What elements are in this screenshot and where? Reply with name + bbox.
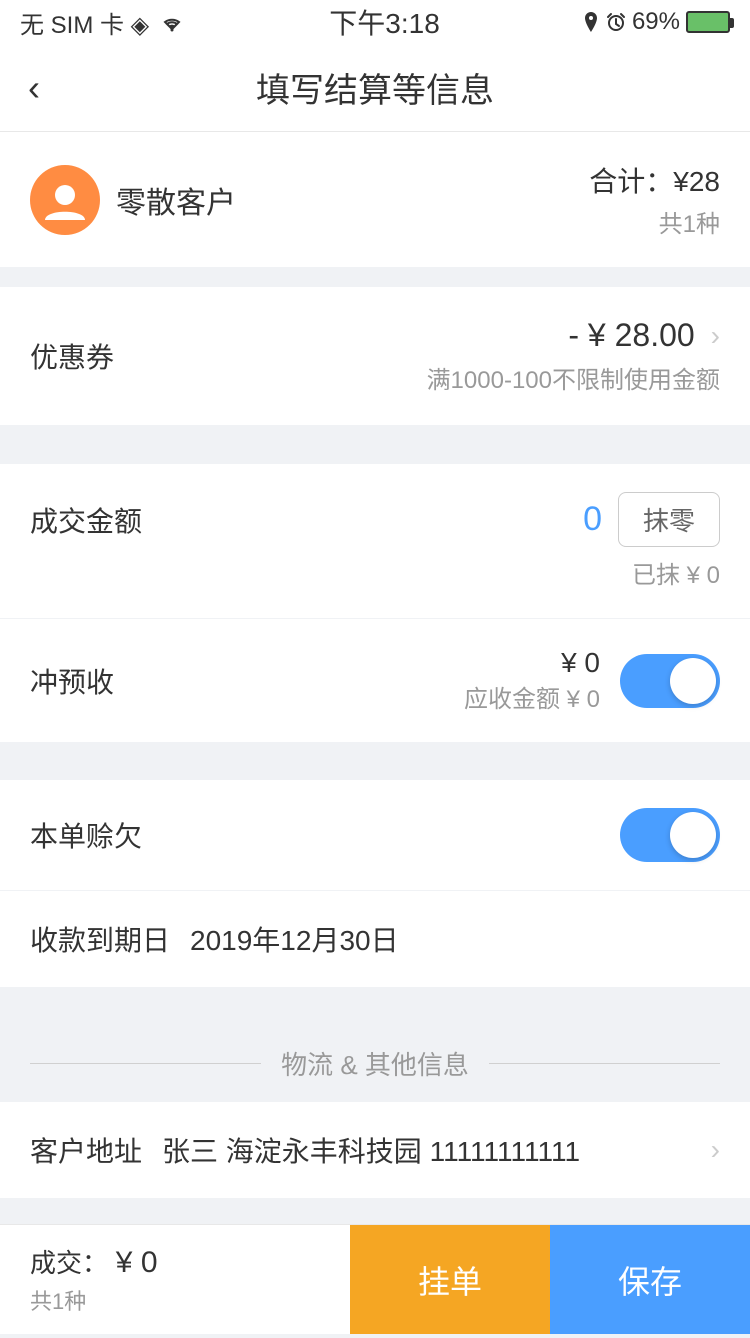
prepay-right: ¥ 0 应收金额 ¥ 0 [464, 647, 720, 714]
due-date-value: 2019年12月30日 [190, 919, 399, 959]
amount-top: 成交金额 0 抹零 [30, 492, 720, 547]
coupon-right: - ¥ 28.00 › 满1000-100不限制使用金额 [427, 317, 720, 395]
avatar-icon [40, 175, 90, 225]
customer-left: 零散客户 [30, 165, 236, 235]
prepay-sub: 应收金额 ¥ 0 [464, 679, 600, 714]
total-label: 合计：¥28 [589, 160, 720, 200]
transaction-value[interactable]: 0 [583, 500, 602, 539]
battery-percent: 69% [632, 8, 680, 36]
nav-title: 填写结算等信息 [256, 63, 494, 112]
transaction-section: 成交金额 0 抹零 已抹 ¥ 0 冲预收 ¥ 0 应收金额 ¥ 0 [0, 464, 750, 742]
round-button[interactable]: 抹零 [618, 492, 720, 547]
logistics-line-left [30, 1063, 261, 1064]
bottom-deal-label: 成交： [30, 1248, 108, 1278]
prepay-label: 冲预收 [30, 661, 114, 701]
save-button[interactable]: 保存 [550, 1225, 750, 1334]
divider-3 [0, 1007, 750, 1025]
bottom-deal-value: ¥ 0 [116, 1246, 158, 1279]
debt-label: 本单赊欠 [30, 815, 142, 855]
transaction-label: 成交金额 [30, 500, 142, 540]
debt-row: 本单赊欠 [0, 780, 750, 891]
status-time: 下午3:18 [329, 2, 440, 42]
coupon-value: - ¥ 28.00 [568, 317, 694, 354]
chevron-right-icon: › [711, 320, 720, 352]
address-chevron-icon: › [711, 1134, 720, 1166]
due-date-label: 收款到期日 [30, 919, 170, 959]
alarm-icon [606, 12, 626, 32]
prepay-top: 冲预收 ¥ 0 应收金额 ¥ 0 [30, 647, 720, 714]
prepay-toggle[interactable] [620, 654, 720, 708]
customer-right: 合计：¥28 共1种 [589, 160, 720, 239]
prepay-value-area: ¥ 0 应收金额 ¥ 0 [464, 647, 600, 714]
logistics-label: 物流 & 其他信息 [281, 1045, 469, 1082]
wifi-icon [157, 11, 187, 33]
debt-section: 本单赊欠 收款到期日 2019年12月30日 [0, 780, 750, 987]
prepay-row: 冲预收 ¥ 0 应收金额 ¥ 0 [0, 619, 750, 742]
divider-1 [0, 446, 750, 464]
status-right: 69% [582, 8, 730, 36]
amount-input-area: 0 抹零 [583, 492, 720, 547]
address-value: 张三 海淀永丰科技园 11111111111 [162, 1130, 711, 1170]
customer-name: 零散客户 [116, 178, 236, 222]
coupon-sub: 满1000-100不限制使用金额 [427, 360, 720, 395]
total-count: 共1种 [589, 204, 720, 239]
bottom-info: 成交： ¥ 0 共1种 [0, 1225, 350, 1334]
status-bar: 无 SIM 卡 ◈ 下午3:18 69% [0, 0, 750, 44]
address-row[interactable]: 客户地址 张三 海淀永丰科技园 11111111111 › [0, 1102, 750, 1198]
logistics-header: 物流 & 其他信息 [0, 1025, 750, 1102]
due-date-row: 收款到期日 2019年12月30日 [0, 891, 750, 987]
logistics-line-right [489, 1063, 720, 1064]
location-icon [582, 12, 600, 32]
bottom-deal-row: 成交： ¥ 0 [30, 1243, 320, 1280]
customer-section: 零散客户 合计：¥28 共1种 [0, 132, 750, 267]
prepay-value: ¥ 0 [464, 647, 600, 679]
avatar [30, 165, 100, 235]
pending-button[interactable]: 挂单 [350, 1225, 550, 1334]
divider-2 [0, 762, 750, 780]
coupon-section[interactable]: 优惠券 - ¥ 28.00 › 满1000-100不限制使用金额 [0, 287, 750, 426]
coupon-label: 优惠券 [30, 336, 114, 376]
bottom-bar: 成交： ¥ 0 共1种 挂单 保存 [0, 1224, 750, 1334]
address-label: 客户地址 [30, 1130, 142, 1170]
amount-row: 成交金额 0 抹零 已抹 ¥ 0 [0, 464, 750, 619]
transaction-sub: 已抹 ¥ 0 [30, 555, 720, 590]
customer-row: 零散客户 合计：¥28 共1种 [0, 132, 750, 267]
coupon-row[interactable]: 优惠券 - ¥ 28.00 › 满1000-100不限制使用金额 [0, 287, 750, 426]
bottom-count: 共1种 [30, 1284, 320, 1316]
status-left: 无 SIM 卡 ◈ [20, 5, 187, 40]
back-button[interactable]: ‹ [28, 67, 40, 109]
battery-icon [686, 11, 730, 33]
debt-toggle[interactable] [620, 808, 720, 862]
no-sim-label: 无 SIM 卡 ◈ [20, 5, 149, 40]
address-section[interactable]: 客户地址 张三 海淀永丰科技园 11111111111 › [0, 1102, 750, 1198]
nav-bar: ‹ 填写结算等信息 [0, 44, 750, 132]
